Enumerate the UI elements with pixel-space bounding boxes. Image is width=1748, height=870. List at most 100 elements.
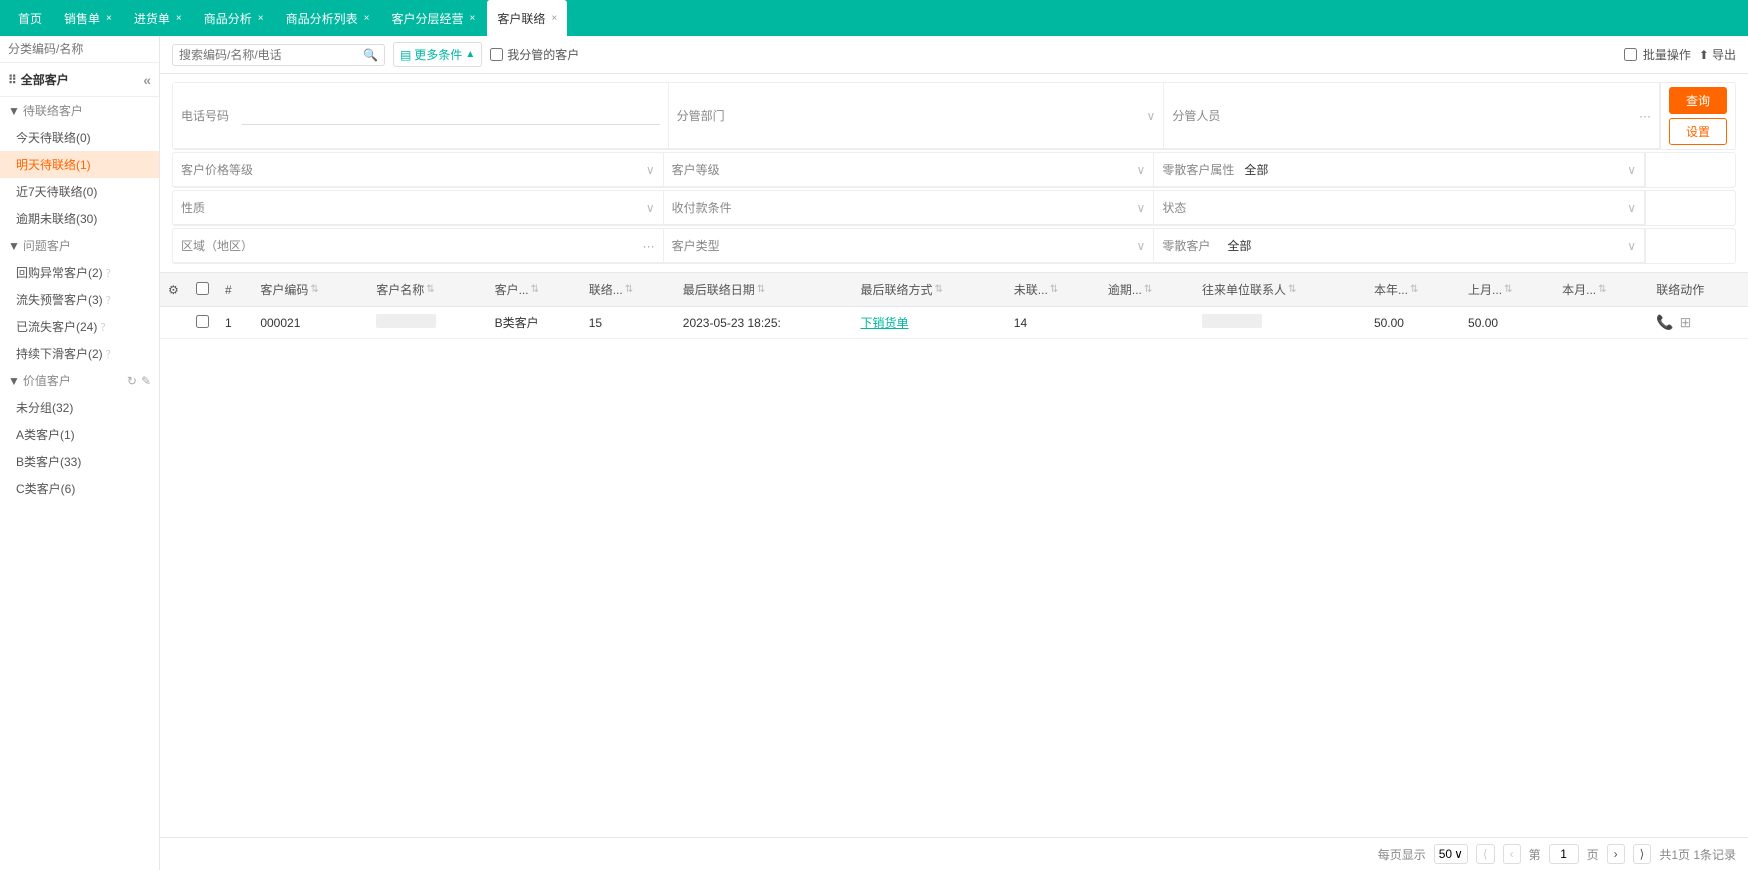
phone-icon[interactable]: 📞 [1656, 314, 1673, 331]
td-index: 1 [217, 307, 252, 339]
close-icon[interactable]: × [364, 13, 370, 24]
next-page-button[interactable]: › [1607, 844, 1625, 864]
th-last-contact-date[interactable]: 最后联络日期 ⇅ [675, 273, 853, 307]
batch-checkbox[interactable] [1624, 48, 1637, 61]
th-name[interactable]: 客户名称 ⇅ [368, 273, 486, 307]
sidebar-item-overdue-pending[interactable]: 逾期未联络(30) [0, 205, 159, 232]
grid-icon[interactable]: ⊞ [1680, 314, 1692, 331]
td-this-month [1554, 307, 1648, 339]
sidebar-item-churn-warning[interactable]: 流失预警客户(3) ？ [0, 286, 159, 313]
sidebar-item-declining[interactable]: 持续下滑客户(2) ？ [0, 340, 159, 367]
nav-home[interactable]: 首页 [8, 0, 52, 36]
more-icon[interactable]: ··· [1639, 109, 1651, 123]
nav-purchase[interactable]: 进货单 × [124, 0, 192, 36]
more-icon[interactable]: ··· [643, 239, 655, 253]
first-page-button[interactable]: ⟨ [1476, 844, 1495, 864]
td-name [368, 307, 486, 339]
sidebar-item-ungrouped[interactable]: 未分组(32) [0, 394, 159, 421]
td-action: 📞 ⊞ [1648, 307, 1748, 339]
sort-icon: ⇅ [531, 284, 539, 295]
sidebar-group-pending: ▼ 待联络客户 [0, 97, 159, 124]
sidebar-item-b-class[interactable]: B类客户(33) [0, 448, 159, 475]
th-checkbox [188, 273, 217, 307]
filter-phone-input[interactable] [242, 106, 660, 125]
th-last-contact-method[interactable]: 最后联络方式 ⇅ [853, 273, 1006, 307]
th-index: # [217, 273, 252, 307]
sidebar-all-customers[interactable]: ⠿ 全部客户 « [0, 63, 159, 97]
my-customers-wrap: 我分管的客户 [490, 46, 579, 63]
close-icon[interactable]: × [551, 13, 557, 24]
sort-icon: ⇅ [1144, 284, 1152, 295]
th-type[interactable]: 客户... ⇅ [487, 273, 581, 307]
th-overdue[interactable]: 逾期... ⇅ [1100, 273, 1194, 307]
chevron-down-icon: ∨ [1454, 847, 1463, 861]
sidebar-item-a-class[interactable]: A类客户(1) [0, 421, 159, 448]
td-code: 000021 [252, 307, 368, 339]
sidebar-item-week-pending[interactable]: 近7天待联络(0) [0, 178, 159, 205]
help-icon: ？ [100, 319, 110, 334]
sort-icon: ⇅ [426, 284, 434, 295]
filter-retail-attr: 零散客户属性 全部 ∨ [1154, 153, 1645, 187]
filter-region: 区域（地区） ··· [173, 229, 664, 263]
chevron-down-icon: ∨ [646, 163, 655, 177]
chevron-down-icon: ∨ [1137, 201, 1146, 215]
last-page-button[interactable]: ⟩ [1633, 844, 1652, 864]
close-icon[interactable]: × [258, 13, 264, 24]
th-uncontacted[interactable]: 未联... ⇅ [1006, 273, 1100, 307]
footer: 每页显示 50 ∨ ⟨ ‹ 第 页 › ⟩ 共1页 1条记录 [160, 837, 1748, 870]
nav-customer-layered[interactable]: 客户分层经营 × [381, 0, 485, 36]
batch-op-button[interactable]: 批量操作 [1624, 46, 1691, 63]
th-last-month[interactable]: 上月... ⇅ [1460, 273, 1554, 307]
table-wrap: ⚙ # 客户编码 ⇅ [160, 273, 1748, 837]
close-icon[interactable]: × [176, 13, 182, 24]
help-icon: ？ [106, 292, 116, 307]
more-conditions-button[interactable]: ▤ 更多条件 ▲ [393, 42, 482, 67]
my-customers-checkbox[interactable] [490, 48, 503, 61]
sidebar-item-today-pending[interactable]: 今天待联络(0) [0, 124, 159, 151]
th-settings[interactable]: ⚙ [160, 273, 188, 307]
sidebar-item-c-class[interactable]: C类客户(6) [0, 475, 159, 502]
sidebar-item-tomorrow-pending[interactable]: 明天待联络(1) [0, 151, 159, 178]
chevron-down-icon: ∨ [1147, 109, 1156, 123]
filter-payment-terms: 收付款条件 ∨ [664, 191, 1155, 225]
per-page-select[interactable]: 50 ∨ [1434, 844, 1468, 864]
th-this-year[interactable]: 本年... ⇅ [1366, 273, 1460, 307]
close-icon[interactable]: × [469, 13, 475, 24]
td-type: B类客户 [487, 307, 581, 339]
search-icon[interactable]: 🔍 [363, 48, 378, 62]
sidebar-search-input[interactable] [8, 42, 160, 56]
select-all-checkbox[interactable] [196, 282, 209, 295]
row-checkbox[interactable] [196, 315, 209, 328]
gear-icon[interactable]: ⚙ [168, 283, 179, 297]
sort-icon: ⇅ [1288, 284, 1296, 295]
nav-customer-contact[interactable]: 客户联络 × [487, 0, 567, 36]
td-last-contact-method: 下销货单 [853, 307, 1006, 339]
refresh-icon[interactable]: ↻ [127, 374, 137, 388]
filter-manager: 分管人员 ··· [1164, 83, 1660, 149]
collapse-icon[interactable]: « [143, 72, 151, 88]
th-code[interactable]: 客户编码 ⇅ [252, 273, 368, 307]
reset-button[interactable]: 设置 [1669, 118, 1727, 145]
prev-page-button[interactable]: ‹ [1503, 844, 1521, 864]
export-button[interactable]: ⬆ 导出 [1699, 46, 1736, 63]
table-header-row: ⚙ # 客户编码 ⇅ [160, 273, 1748, 307]
query-button[interactable]: 查询 [1669, 87, 1727, 114]
nav-product-analysis[interactable]: 商品分析 × [194, 0, 274, 36]
filter-row-4: 区域（地区） ··· 客户类型 ∨ 零散客户 全部 ∨ [172, 228, 1736, 264]
th-this-month[interactable]: 本月... ⇅ [1554, 273, 1648, 307]
close-icon[interactable]: × [106, 13, 112, 24]
content: 🔍 ▤ 更多条件 ▲ 我分管的客户 批量操作 ⬆ 导出 [160, 36, 1748, 870]
sidebar-item-repurchase-abnormal[interactable]: 回购异常客户(2) ？ [0, 259, 159, 286]
sort-icon: ⇅ [310, 284, 318, 295]
search-input[interactable] [179, 48, 359, 62]
page-number-input[interactable] [1549, 844, 1579, 864]
th-contacts[interactable]: 联络... ⇅ [581, 273, 675, 307]
nav-product-analysis-list[interactable]: 商品分析列表 × [276, 0, 380, 36]
export-icon: ⬆ [1699, 48, 1709, 62]
edit-icon[interactable]: ✎ [141, 374, 151, 388]
sidebar-item-churned[interactable]: 已流失客户(24) ？ [0, 313, 159, 340]
nav-sales[interactable]: 销售单 × [54, 0, 122, 36]
contact-method-link[interactable]: 下销货单 [861, 316, 909, 330]
td-overdue [1100, 307, 1194, 339]
th-associated-contact[interactable]: 往来单位联系人 ⇅ [1194, 273, 1366, 307]
